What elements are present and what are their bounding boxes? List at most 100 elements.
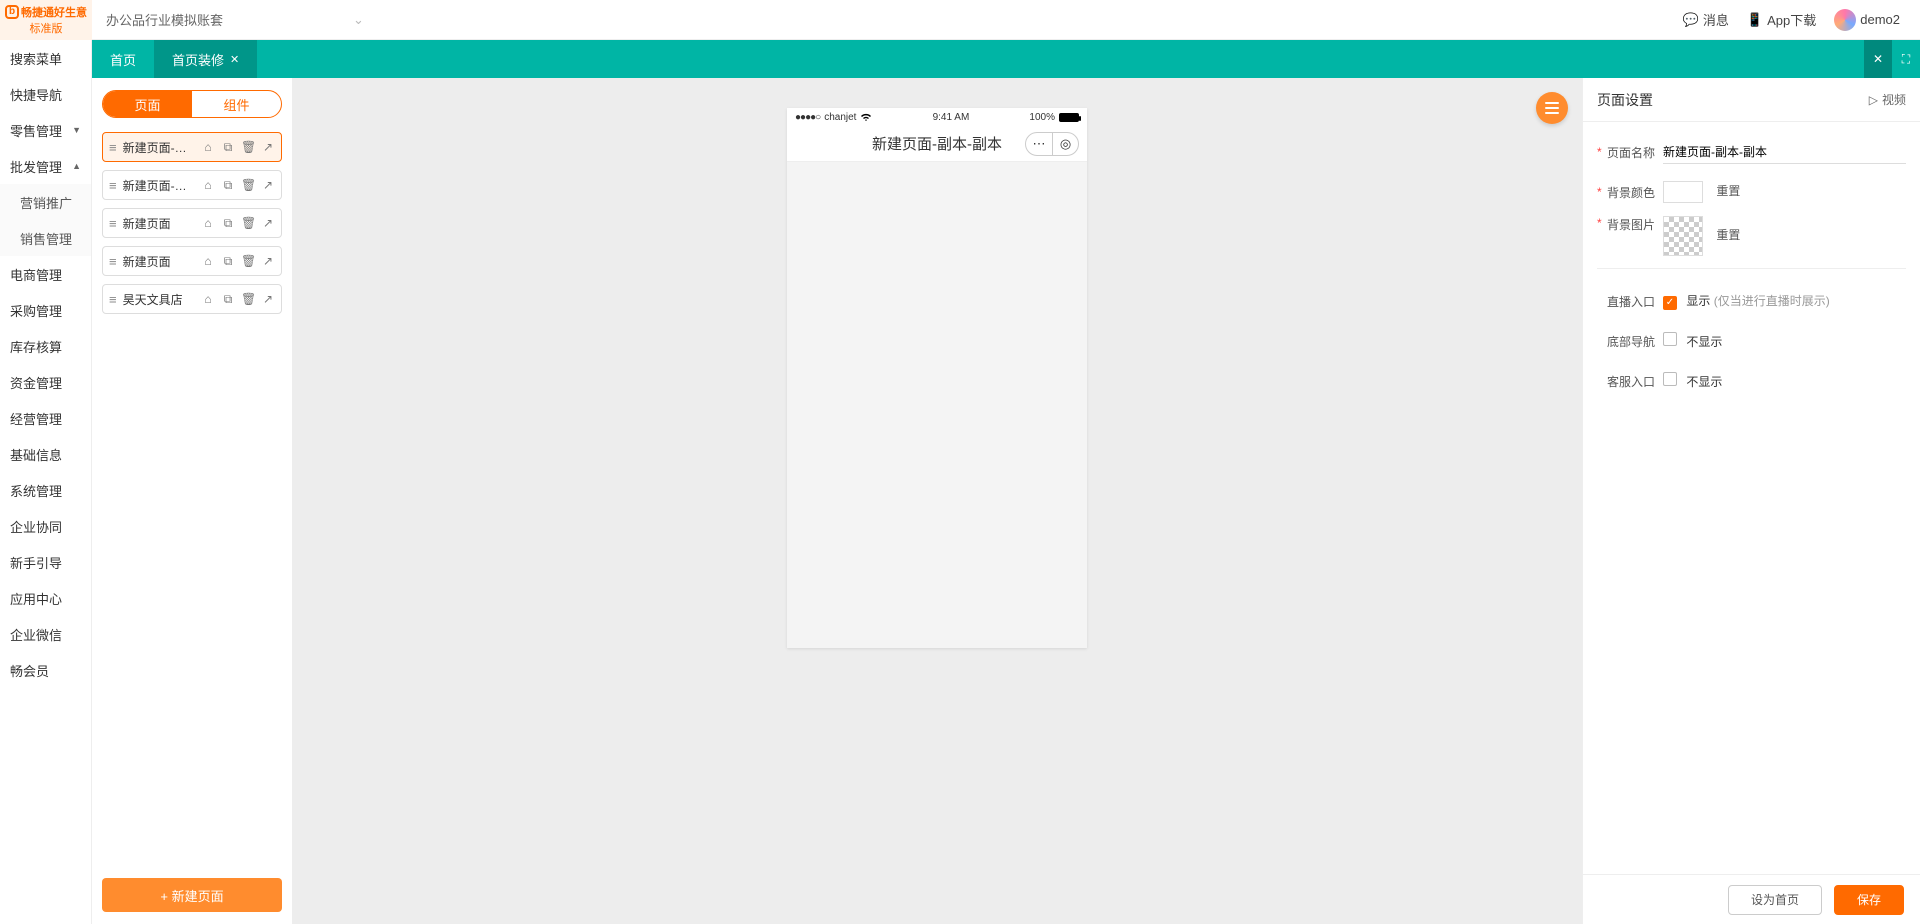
sidebar-item-label: 企业协同 [10,517,62,536]
more-icon[interactable]: ⋯ [1026,133,1052,155]
live-entry-hint: (仅当进行直播时展示) [1714,294,1830,308]
page-row-0[interactable]: ≡新建页面-副本...⌂⧉🗑↗ [102,132,282,162]
app-download-button[interactable]: 📱 App下载 [1747,10,1816,29]
phone-time: 9:41 AM [872,112,1029,123]
phone-body[interactable] [787,162,1087,648]
tab-label: 首页装修 [172,50,224,69]
delete-icon[interactable]: 🗑 [241,254,255,268]
phone-preview: ●●●●○ chanjet 9:41 AM 100% 新建页面-副本-副本 ⋯ [787,108,1087,648]
share-icon[interactable]: ↗ [261,216,275,230]
phone-title-bar: 新建页面-副本-副本 ⋯ ◎ [787,126,1087,162]
live-entry-checkbox[interactable]: ✓ [1663,296,1677,310]
drag-handle-icon[interactable]: ≡ [109,178,117,193]
page-name-input[interactable] [1663,141,1906,164]
page-row-4[interactable]: ≡ 昊天文具店 ⌂ ⧉ 🗑 ↗ [102,284,282,314]
sidebar-item-7[interactable]: 采购管理 [0,292,91,328]
sidebar-item-8[interactable]: 库存核算 [0,328,91,364]
sidebar-item-label: 应用中心 [10,589,62,608]
bgcolor-swatch[interactable] [1663,181,1703,203]
sidebar-item-5[interactable]: 销售管理 [0,220,91,256]
sidebar-item-1[interactable]: 快捷导航 [0,76,91,112]
brand-edition: 标准版 [30,20,63,36]
field-label-live: 直播入口 [1607,293,1663,310]
delete-icon[interactable]: 🗑 [241,140,255,154]
bottomnav-text: 不显示 [1686,335,1722,349]
home-icon[interactable]: ⌂ [201,140,215,154]
account-selector[interactable]: 办公品行业模拟账套 ⌄ [106,10,364,29]
copy-icon[interactable]: ⧉ [221,254,235,269]
delete-icon[interactable]: 🗑 [241,292,255,306]
copy-icon[interactable]: ⧉ [221,178,235,193]
sidebar-item-15[interactable]: 应用中心 [0,580,91,616]
page-row-1[interactable]: ≡新建页面-副本⌂⧉🗑↗ [102,170,282,200]
home-icon[interactable]: ⌂ [201,178,215,192]
bgcolor-reset-button[interactable]: 重置 [1716,184,1740,198]
fullscreen-button[interactable]: ⛶ [1892,40,1920,78]
sidebar-item-0[interactable]: 搜索菜单 [0,40,91,76]
sidebar-item-12[interactable]: 系统管理 [0,472,91,508]
page-row-3[interactable]: ≡ 新建页面 ⌂ ⧉ 🗑 ↗ [102,246,282,276]
page-list-panel: 页面 组件 ≡新建页面-副本...⌂⧉🗑↗≡新建页面-副本⌂⧉🗑↗≡新建页面⌂⧉… [92,78,292,924]
share-icon[interactable]: ↗ [261,254,275,268]
sidebar-item-17[interactable]: 畅会员 [0,652,91,688]
bgimage-picker[interactable] [1663,216,1703,256]
drag-handle-icon[interactable]: ≡ [109,140,117,155]
sidebar-item-16[interactable]: 企业微信 [0,616,91,652]
user-menu[interactable]: demo2 [1834,9,1900,31]
service-checkbox[interactable] [1663,372,1677,386]
battery-icon [1059,113,1079,122]
sidebar-item-2[interactable]: 零售管理▼ [0,112,91,148]
sidebar-item-label: 企业微信 [10,625,62,644]
copy-icon[interactable]: ⧉ [221,292,235,307]
segment-page[interactable]: 页面 [103,91,192,117]
segment-component[interactable]: 组件 [192,91,281,117]
sidebar-item-6[interactable]: 电商管理 [0,256,91,292]
signal-icon: ●●●●○ [795,112,820,123]
share-icon[interactable]: ↗ [261,292,275,306]
sidebar-item-10[interactable]: 经营管理 [0,400,91,436]
settings-panel: 页面设置 ▷ 视频 * 页面名称 * 背景颜色 [1582,78,1920,924]
sidebar-item-13[interactable]: 企业协同 [0,508,91,544]
drag-handle-icon[interactable]: ≡ [109,292,117,307]
delete-icon[interactable]: 🗑 [241,178,255,192]
tab-0[interactable]: 首页 [92,40,154,78]
new-page-button[interactable]: + 新建页面 [102,878,282,912]
page-row-name: 新建页面 [123,253,195,270]
sidebar-item-3[interactable]: 批发管理▲ [0,148,91,184]
home-icon[interactable]: ⌂ [201,216,215,230]
set-home-button[interactable]: 设为首页 [1728,885,1822,915]
drag-handle-icon[interactable]: ≡ [109,254,117,269]
drag-handle-icon[interactable]: ≡ [109,216,117,231]
tab-1[interactable]: 首页装修 ✕ [154,40,257,78]
home-icon[interactable]: ⌂ [201,292,215,306]
video-help-button[interactable]: ▷ 视频 [1869,91,1906,108]
field-label-bgimage: 背景图片 [1607,216,1663,233]
target-icon[interactable]: ◎ [1052,133,1078,155]
page-row-2[interactable]: ≡新建页面⌂⧉🗑↗ [102,208,282,238]
page-row-name: 昊天文具店 [123,291,195,308]
messages-button[interactable]: 💬 消息 [1683,10,1729,29]
delete-icon[interactable]: 🗑 [241,216,255,230]
close-tab-button[interactable]: ✕ [1864,40,1892,78]
sidebar-item-label: 资金管理 [10,373,62,392]
copy-icon[interactable]: ⧉ [221,216,235,231]
canvas-menu-button[interactable] [1536,92,1568,124]
sidebar-item-9[interactable]: 资金管理 [0,364,91,400]
sidebar-item-4[interactable]: 营销推广 [0,184,91,220]
bgimage-reset-button[interactable]: 重置 [1716,228,1740,242]
share-icon[interactable]: ↗ [261,140,275,154]
sidebar-item-11[interactable]: 基础信息 [0,436,91,472]
messages-label: 消息 [1703,10,1729,29]
sidebar-item-14[interactable]: 新手引导 [0,544,91,580]
video-label: 视频 [1882,91,1906,108]
brand-name: 畅捷通好生意 [21,4,87,20]
close-icon[interactable]: ✕ [230,53,239,66]
save-button[interactable]: 保存 [1834,885,1904,915]
share-icon[interactable]: ↗ [261,178,275,192]
main-area: 首页首页装修✕ ✕ ⛶ 页面 组件 ≡新建页面-副本...⌂⧉🗑↗≡新建页面-副… [92,40,1920,924]
home-icon[interactable]: ⌂ [201,254,215,268]
sidebar-item-label: 基础信息 [10,445,62,464]
copy-icon[interactable]: ⧉ [221,140,235,155]
bottomnav-checkbox[interactable] [1663,332,1677,346]
top-bar: b畅捷通好生意 标准版 办公品行业模拟账套 ⌄ 💬 消息 📱 App下载 dem… [0,0,1920,40]
